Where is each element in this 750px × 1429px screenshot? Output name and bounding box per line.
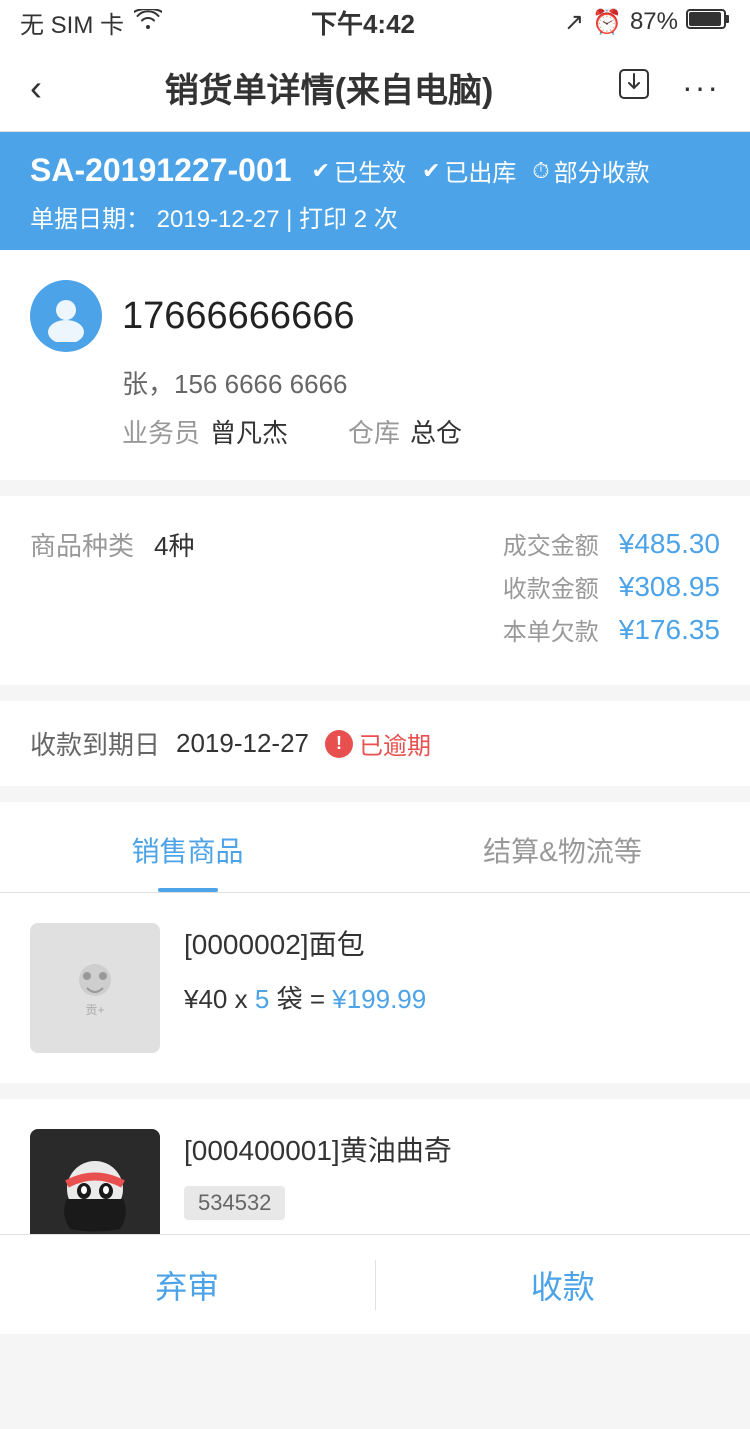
banner-date: 单据日期： 2019-12-27 | 打印 2 次	[30, 199, 720, 234]
svg-text:贡+: 贡+	[85, 1003, 104, 1017]
status-left: 无 SIM 卡	[20, 5, 162, 40]
location-icon: ↗	[564, 8, 584, 37]
due-section: 收款到期日 2019-12-27 ! 已逾期	[0, 701, 750, 786]
confirm-button[interactable]: 收款	[376, 1235, 750, 1334]
check-icon-2: ✔	[422, 158, 440, 184]
nav-bar: ‹ 销货单详情(来自电脑) ···	[0, 44, 750, 132]
product-price-1: ¥40 x 5 袋 = ¥199.99	[184, 979, 720, 1016]
product-info-1: [0000002]面包 ¥40 x 5 袋 = ¥199.99	[184, 923, 720, 1016]
share-icon[interactable]	[616, 66, 652, 110]
summary-left: 商品种类 4种	[30, 526, 194, 569]
warehouse-label: 仓库	[348, 413, 400, 450]
back-button[interactable]: ‹	[30, 67, 42, 109]
customer-section: 17666666666 张，156 6666 6666 业务员 曾凡杰 仓库 总…	[0, 250, 750, 480]
order-id: SA-20191227-001	[30, 152, 292, 189]
avatar	[30, 280, 102, 352]
product-type-label: 商品种类	[30, 526, 134, 563]
product-name-2: [000400001]黄油曲奇	[184, 1129, 720, 1169]
overdue-text: 已逾期	[359, 726, 431, 761]
nav-actions: ···	[616, 66, 720, 110]
status-bar: 无 SIM 卡 下午4:42 ↗ ⏰ 87%	[0, 0, 750, 44]
battery-label: 87%	[630, 8, 678, 36]
product-name-1: [0000002]面包	[184, 923, 720, 963]
sales-person: 曾凡杰	[210, 413, 288, 450]
received-amount: ¥308.95	[619, 571, 720, 603]
badge-partial: ⏱ 部分收款	[532, 153, 649, 188]
overdue-icon: !	[325, 730, 353, 758]
due-label: 收款到期日	[30, 725, 160, 762]
page-title: 销货单详情(来自电脑)	[165, 63, 494, 112]
clock-icon: ⏱	[532, 158, 549, 184]
customer-phone: 17666666666	[122, 295, 354, 338]
check-icon-1: ✔	[312, 158, 330, 184]
more-icon[interactable]: ···	[682, 69, 720, 106]
cancel-button[interactable]: 弃审	[0, 1235, 375, 1334]
product-item: 贡+ [0000002]面包 ¥40 x 5 袋 = ¥199.99	[0, 893, 750, 1083]
status-time: 下午4:42	[311, 4, 415, 41]
debt-amount: ¥176.35	[619, 614, 720, 646]
overdue-badge: ! 已逾期	[325, 726, 431, 761]
warehouse-value: 总仓	[410, 413, 462, 450]
battery-icon	[686, 8, 730, 37]
badge-effective: ✔ 已生效	[312, 153, 406, 188]
wifi-icon	[134, 8, 162, 36]
debt-label: 本单欠款	[503, 612, 599, 647]
tab-products[interactable]: 销售商品	[0, 802, 375, 892]
summary-right: 成交金额 ¥485.30 收款金额 ¥308.95 本单欠款 ¥176.35	[503, 526, 720, 655]
trading-amount: ¥485.30	[619, 528, 720, 560]
status-right: ↗ ⏰ 87%	[564, 8, 730, 37]
sim-label: 无 SIM 卡	[20, 5, 124, 40]
sales-label: 业务员	[122, 413, 200, 450]
header-banner: SA-20191227-001 ✔ 已生效 ✔ 已出库 ⏱ 部分收款 单据日期：…	[0, 132, 750, 250]
product-tag-2: 534532	[184, 1186, 285, 1220]
trading-amount-label: 成交金额	[503, 526, 599, 561]
product-total-1: ¥199.99	[332, 984, 426, 1014]
customer-name: 张，156 6666 6666	[30, 364, 720, 401]
alarm-icon: ⏰	[592, 8, 622, 37]
due-date: 2019-12-27	[176, 728, 309, 759]
tab-settlement[interactable]: 结算&物流等	[375, 802, 750, 892]
product-qty-1: 5	[255, 984, 269, 1014]
summary-section: 商品种类 4种 成交金额 ¥485.30 收款金额 ¥308.95 本单欠款 ¥…	[0, 496, 750, 685]
badge-shipped: ✔ 已出库	[422, 153, 516, 188]
bottom-bar: 弃审 收款	[0, 1234, 750, 1334]
product-thumb-1: 贡+	[30, 923, 160, 1053]
customer-meta: 业务员 曾凡杰 仓库 总仓	[30, 413, 720, 450]
received-label: 收款金额	[503, 569, 599, 604]
tabs-section: 销售商品 结算&物流等	[0, 802, 750, 893]
product-count: 4种	[154, 526, 194, 563]
